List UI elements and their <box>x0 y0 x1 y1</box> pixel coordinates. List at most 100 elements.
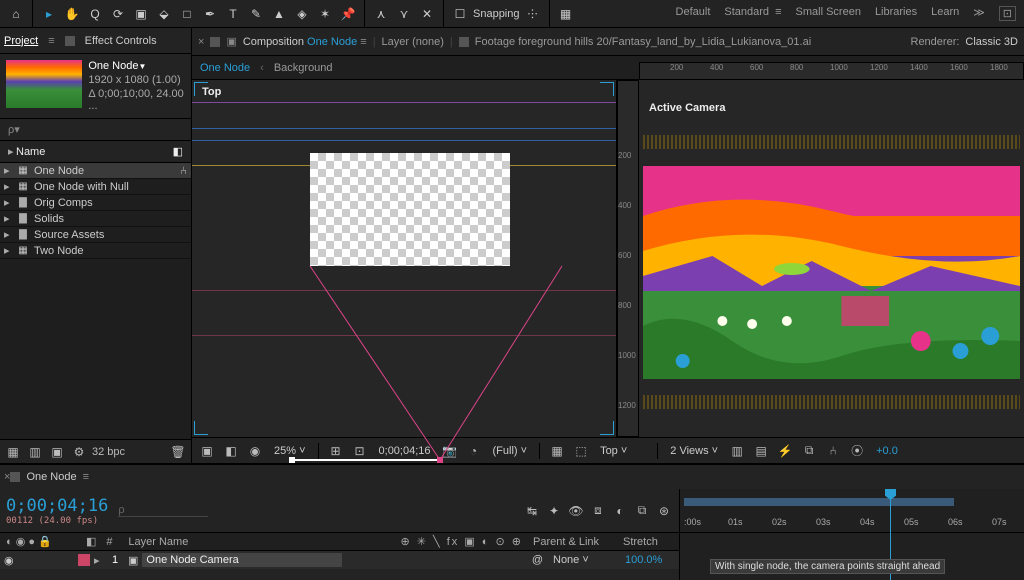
chevron-right-icon[interactable]: ▸ <box>4 212 12 225</box>
frame-blend-icon[interactable]: ⧈ <box>589 502 607 520</box>
chevron-right-icon[interactable]: ▸ <box>4 196 12 209</box>
chevron-right-icon[interactable]: ▸ <box>4 228 12 241</box>
view-top[interactable]: Top <box>192 80 617 437</box>
stretch-value[interactable]: 100.0% <box>625 554 675 566</box>
chevron-right-icon[interactable]: ▸ <box>4 244 12 257</box>
snapping-checkbox[interactable]: ☐ <box>450 4 470 24</box>
resolution-dropdown[interactable]: (Full) ˅ <box>489 445 532 457</box>
roi-icon[interactable]: ⊡ <box>351 442 369 460</box>
layer-color-swatch[interactable] <box>78 554 90 566</box>
bpc-label[interactable]: 32 bpc <box>92 446 125 458</box>
zoom-dropdown[interactable]: 25% ˅ <box>270 445 310 457</box>
pan-behind-tool-icon[interactable]: ⬙ <box>154 4 174 24</box>
eraser-tool-icon[interactable]: ◈ <box>292 4 312 24</box>
current-timecode[interactable]: 0;00;04;16 <box>6 496 108 516</box>
chevron-right-icon[interactable]: ▸ <box>94 554 102 567</box>
timeline-tab[interactable]: One Node <box>26 471 76 483</box>
chevron-right-icon[interactable]: ▸ <box>8 145 16 158</box>
bpc-icon[interactable]: ⚙ <box>70 443 88 461</box>
view-dropdown[interactable]: Top ˅ <box>596 445 631 457</box>
interpret-footage-icon[interactable]: ▦ <box>4 443 22 461</box>
layer-placeholder[interactable] <box>310 153 510 266</box>
chevron-right-icon[interactable]: ▸ <box>4 164 12 177</box>
magnification-icon[interactable]: ▣ <box>198 442 216 460</box>
view-axis-icon[interactable]: ✕ <box>417 4 437 24</box>
show-channel-icon[interactable]: ◔ <box>465 442 483 460</box>
hand-tool-icon[interactable]: ✋ <box>62 4 82 24</box>
workspace-standard[interactable]: Standard ≡ <box>724 6 781 21</box>
tab-effect-controls[interactable]: Effect Controls <box>85 35 157 47</box>
close-tab-icon[interactable]: × <box>198 36 204 48</box>
puppet-tool-icon[interactable]: 📌 <box>338 4 358 24</box>
switches-icons[interactable]: ⊕ ✳ ╲ fx ▣ ◐ ⊙ ⊕ <box>401 535 523 548</box>
column-number[interactable]: # <box>106 536 118 548</box>
timeline-search-input[interactable]: ρ <box>118 504 208 517</box>
pixel-aspect-icon[interactable]: ▤ <box>752 442 770 460</box>
workspace-libraries[interactable]: Libraries <box>875 6 917 21</box>
comp-mini-flowchart-icon[interactable]: ↹ <box>523 502 541 520</box>
timecode-display[interactable]: 0;00;04;16 <box>375 445 435 457</box>
layer-name-field[interactable]: One Node Camera <box>142 553 342 567</box>
search-icon[interactable]: ⊡ <box>999 6 1016 21</box>
breadcrumb-background[interactable]: Background <box>274 62 333 74</box>
channel-icon[interactable]: ◉ <box>246 442 264 460</box>
work-area-bar[interactable] <box>684 498 954 506</box>
workspace-overflow-icon[interactable]: ≫ <box>973 6 985 21</box>
brain-icon[interactable]: ⊛ <box>655 502 673 520</box>
chevron-right-icon[interactable]: ▸ <box>4 180 12 193</box>
renderer-value-dropdown[interactable]: Classic 3D <box>965 36 1018 48</box>
column-stretch[interactable]: Stretch <box>623 536 673 548</box>
type-tool-icon[interactable]: T <box>223 4 243 24</box>
home-icon[interactable]: ⌂ <box>6 4 26 24</box>
trash-icon[interactable]: 🗑 <box>169 443 187 461</box>
graph-editor-icon[interactable]: ⧉ <box>633 502 651 520</box>
flowchart-icon[interactable]: ⑃ <box>180 165 187 177</box>
zoom-tool-icon[interactable]: Q <box>85 4 105 24</box>
orbit-tool-icon[interactable]: ⟳ <box>108 4 128 24</box>
clone-stamp-tool-icon[interactable]: ▲ <box>269 4 289 24</box>
new-comp-icon[interactable]: ▣ <box>48 443 66 461</box>
fast-preview-icon[interactable]: ⚡ <box>776 442 794 460</box>
project-item[interactable]: ▸▦One Node⑃ <box>0 163 191 179</box>
new-folder-icon[interactable]: ▥ <box>26 443 44 461</box>
breadcrumb-one-node[interactable]: One Node <box>200 62 250 74</box>
column-name-header[interactable]: Name <box>16 146 45 158</box>
views-layout-dropdown[interactable]: 2 Views ˅ <box>666 445 722 457</box>
timeline-layer-row[interactable]: ◉ ▸ 1 ▣ One Node Camera @ None ˅ 100.0% <box>0 551 679 569</box>
view-active-camera[interactable]: 200 400 600 800 1000 1200 1400 1600 1800… <box>639 80 1024 437</box>
selection-tool-icon[interactable]: ▸ <box>39 4 59 24</box>
rectangle-tool-icon[interactable]: □ <box>177 4 197 24</box>
timeline-menu-icon[interactable]: ≡ <box>83 471 89 483</box>
toggle-alpha-icon[interactable]: ◧ <box>222 442 240 460</box>
snapshot-icon[interactable]: 📷 <box>441 442 459 460</box>
panel-menu-icon[interactable]: ≡ <box>48 35 54 47</box>
tag-color-icon[interactable]: ◧ <box>86 535 96 548</box>
layer-tab[interactable]: Layer (none) <box>382 36 444 48</box>
toggle-transparency-icon[interactable]: ▦ <box>548 442 566 460</box>
reset-exposure-icon[interactable]: ⦿ <box>848 442 866 460</box>
snap-options-icon[interactable]: ⸭ <box>523 4 543 24</box>
camera-tool-icon[interactable]: ▣ <box>131 4 151 24</box>
hide-shy-icon[interactable]: 👁 <box>567 502 585 520</box>
view-options-icon[interactable]: ▥ <box>728 442 746 460</box>
time-ruler[interactable]: :00s 01s 02s 03s 04s 05s 06s 07s <box>680 515 1024 533</box>
timeline-icon[interactable]: ⧉ <box>800 442 818 460</box>
column-parent[interactable]: Parent & Link <box>533 536 613 548</box>
tab-project[interactable]: Project <box>4 35 38 47</box>
composition-tab-title[interactable]: Composition One Node ≡ <box>243 36 367 48</box>
project-item[interactable]: ▸▇Source Assets <box>0 227 191 243</box>
flowchart-icon[interactable]: ⑃ <box>824 442 842 460</box>
workspace-small-screen[interactable]: Small Screen <box>796 6 861 21</box>
parent-dropdown[interactable]: None ˅ <box>549 554 619 566</box>
3d-view-icon[interactable]: ⬚ <box>572 442 590 460</box>
composition-thumbnail[interactable] <box>6 60 82 108</box>
video-toggle-icon[interactable]: ◉ <box>4 554 14 567</box>
av-column-icons[interactable]: ◐ ◉ ● 🔒 <box>6 535 76 548</box>
draft-3d-icon[interactable]: ✦ <box>545 502 563 520</box>
parent-pickwhip-icon[interactable]: @ <box>532 554 543 566</box>
column-layer-name[interactable]: Layer Name <box>128 536 328 548</box>
label-column-icon[interactable]: ◧ <box>173 145 183 158</box>
project-item[interactable]: ▸▇Orig Comps <box>0 195 191 211</box>
project-search-input[interactable]: ρ▾ <box>0 118 191 141</box>
motion-blur-icon[interactable]: ◐ <box>611 502 629 520</box>
